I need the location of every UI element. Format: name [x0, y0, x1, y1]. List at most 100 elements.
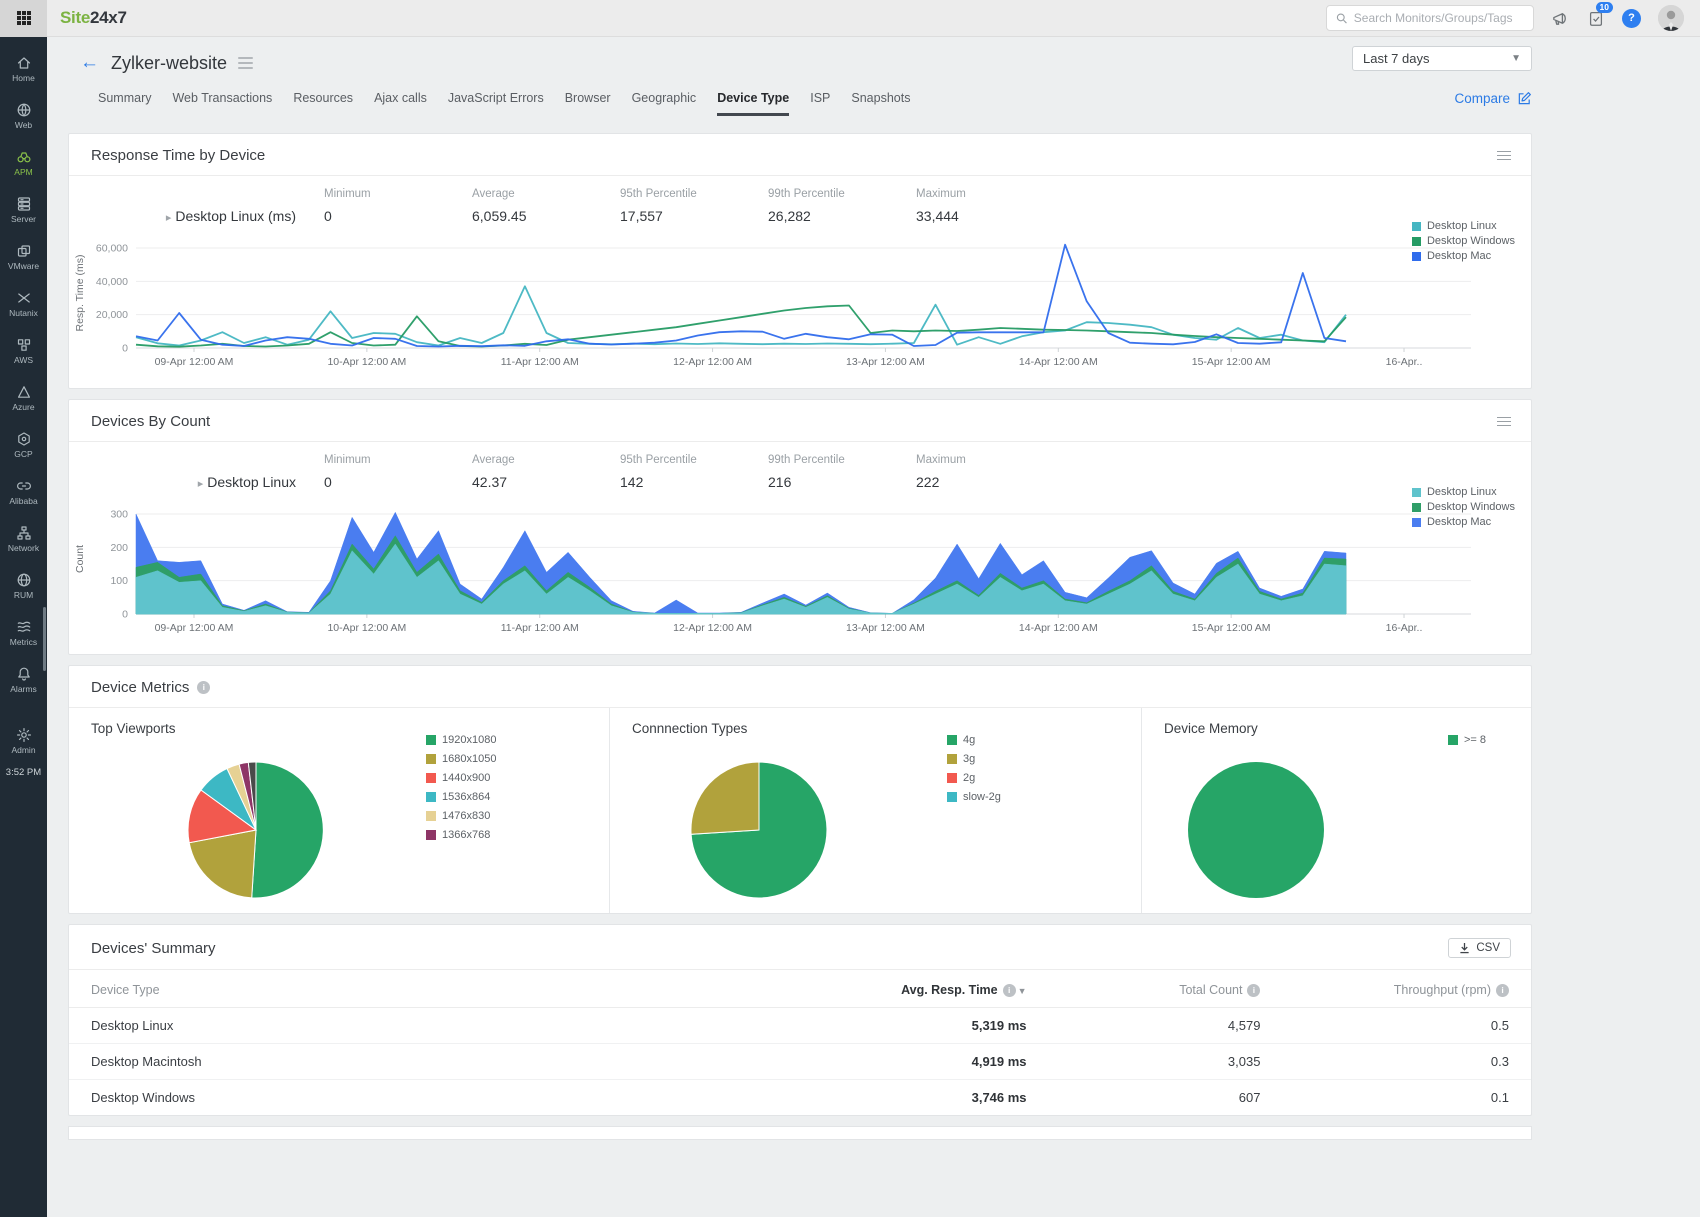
legend-item[interactable]: Desktop Windows [1411, 235, 1515, 247]
connection-types-section: Connnection Types 4g 3g 2g slow-2g [610, 708, 1142, 913]
sidebar-item-network[interactable]: Network [0, 515, 47, 562]
sidebar-item-aws[interactable]: AWS [0, 327, 47, 374]
stats-series-label[interactable]: ▸ Desktop Linux [69, 454, 324, 490]
col-avg-resp-time[interactable]: Avg. Resp. Time i ▼ [800, 972, 1049, 1008]
legend-item[interactable]: 1280x800 [426, 848, 496, 849]
table-row[interactable]: Desktop Linux 5,319 ms 4,579 0.5 [69, 1007, 1531, 1044]
col-throughput[interactable]: Throughput (rpm) i [1282, 972, 1531, 1008]
stat-average: Average 42.37 [472, 454, 515, 490]
legend-swatch [426, 773, 436, 783]
sidebar-item-rum[interactable]: RUM [0, 562, 47, 609]
sidebar-item-metrics[interactable]: Metrics [0, 609, 47, 656]
sidebar-item-vmware[interactable]: VMware [0, 233, 47, 280]
connection-types-title: Connnection Types [632, 721, 748, 736]
legend-item[interactable]: Desktop Windows [1411, 501, 1515, 513]
legend-swatch [426, 792, 436, 802]
cell-throughput: 0.3 [1282, 1043, 1531, 1080]
announcements-button[interactable] [1551, 9, 1570, 28]
site24x7-logo[interactable]: Site24x7 [60, 8, 127, 28]
sort-desc-icon[interactable]: ▼ [1018, 986, 1027, 996]
back-button[interactable]: ← [80, 52, 99, 74]
panel-menu-icon[interactable] [1497, 150, 1511, 161]
help-button[interactable]: ? [1622, 8, 1641, 28]
legend-item[interactable]: Desktop Linux [1411, 486, 1515, 498]
svg-text:12-Apr 12:00 AM: 12-Apr 12:00 AM [673, 356, 752, 368]
time-range-select[interactable]: Last 7 days ▼ [1352, 46, 1532, 71]
sidebar-item-home[interactable]: Home [0, 45, 47, 92]
tab-browser[interactable]: Browser [565, 91, 611, 116]
admin-icon [16, 727, 31, 742]
device-metrics-panel: Device Metrics i Top Viewports 1920x1080 1… [68, 665, 1532, 914]
tab-web-transactions[interactable]: Web Transactions [172, 91, 272, 116]
tab-summary[interactable]: Summary [98, 91, 151, 116]
sidebar-item-azure[interactable]: Azure [0, 374, 47, 421]
table-row[interactable]: Desktop Macintosh 4,919 ms 3,035 0.3 [69, 1043, 1531, 1080]
sidebar-item-alibaba[interactable]: Alibaba [0, 468, 47, 515]
expand-chevron-icon[interactable]: ▸ [198, 478, 204, 490]
tab-snapshots[interactable]: Snapshots [851, 91, 910, 116]
legend-item[interactable]: 4g [947, 734, 1001, 746]
apm-icon [16, 151, 30, 162]
info-icon[interactable]: i [1002, 984, 1016, 997]
legend-swatch [1411, 487, 1421, 497]
svg-text:20,000: 20,000 [96, 309, 128, 321]
tab-javascript-errors[interactable]: JavaScript Errors [448, 91, 544, 116]
search-input[interactable] [1353, 11, 1524, 25]
svg-text:200: 200 [110, 542, 128, 554]
tab-device-type[interactable]: Device Type [717, 91, 790, 116]
csv-export-button[interactable]: CSV [1448, 938, 1511, 958]
user-menu-button[interactable] [1658, 5, 1684, 31]
info-icon[interactable]: i [197, 681, 211, 694]
info-icon[interactable]: i [1496, 984, 1509, 997]
legend-item[interactable]: >= 8 [1448, 734, 1486, 746]
legend-item[interactable]: slow-2g [947, 791, 1001, 803]
stat-95th-percentile: 95th Percentile 17,557 [620, 188, 697, 224]
page-header: ← Zylker-website Last 7 days ▼ [68, 46, 1532, 78]
app-grid-button[interactable] [0, 0, 47, 37]
legend-item[interactable]: 1366x768 [426, 829, 496, 841]
top-viewports-title: Top Viewports [91, 721, 176, 736]
legend-item[interactable]: 1440x900 [426, 772, 496, 784]
sidebar: Home Web APM Server VMware Nutanix AWS Azure GCP… [0, 37, 47, 1217]
sidebar-item-web[interactable]: Web [0, 92, 47, 139]
sidebar-item-admin[interactable]: Admin [0, 717, 47, 764]
sidebar-item-apm[interactable]: APM [0, 139, 47, 186]
legend-item[interactable]: 1476x830 [426, 810, 496, 822]
expand-chevron-icon[interactable]: ▸ [166, 212, 172, 224]
legend-item[interactable]: 3g [947, 753, 1001, 765]
legend-swatch [1411, 502, 1421, 512]
col-total-count[interactable]: Total Count i [1048, 972, 1283, 1008]
col-device-type[interactable]: Device Type [69, 972, 801, 1008]
tab-ajax-calls[interactable]: Ajax calls [374, 91, 427, 116]
tab-resources[interactable]: Resources [293, 91, 353, 116]
legend-item[interactable]: 1920x1080 [426, 734, 496, 746]
sidebar-item-label: Server [10, 213, 37, 224]
legend-swatch [1411, 517, 1421, 527]
sidebar-item-alarms[interactable]: Alarms [0, 656, 47, 703]
devices-count-legend: Desktop Linux Desktop Windows Desktop Mac [1411, 486, 1515, 528]
sidebar-item-nutanix[interactable]: Nutanix [0, 280, 47, 327]
legend-item[interactable]: 1680x1050 [426, 753, 496, 765]
tasks-button[interactable]: 10 [1587, 1, 1613, 28]
sidebar-item-server[interactable]: Server [0, 186, 47, 233]
legend-item[interactable]: Desktop Linux [1411, 220, 1515, 232]
panel-menu-icon[interactable] [1497, 416, 1511, 427]
sidebar-item-gcp[interactable]: GCP [0, 421, 47, 468]
svg-text:11-Apr 12:00 AM: 11-Apr 12:00 AM [501, 622, 579, 634]
legend-item[interactable]: 1536x864 [426, 791, 496, 803]
devices-count-stats: ▸ Desktop Linux Minimum 0 Average 42.37 95th P… [69, 442, 1531, 496]
compare-link[interactable]: Compare [1454, 91, 1532, 106]
network-icon [16, 525, 31, 540]
stats-series-label[interactable]: ▸ Desktop Linux (ms) [69, 188, 324, 224]
table-row[interactable]: Desktop Windows 3,746 ms 607 0.1 [69, 1080, 1531, 1116]
tab-geographic[interactable]: Geographic [632, 91, 697, 116]
stat-99th-percentile: 99th Percentile 26,282 [768, 188, 845, 224]
sidebar-scrollbar[interactable] [43, 607, 46, 671]
global-search[interactable] [1326, 5, 1534, 31]
tab-isp[interactable]: ISP [810, 91, 830, 116]
legend-item[interactable]: Desktop Mac [1411, 516, 1515, 528]
monitor-list-toggle[interactable] [238, 57, 254, 69]
legend-item[interactable]: 2g [947, 772, 1001, 784]
info-icon[interactable]: i [1247, 984, 1261, 997]
legend-item[interactable]: Desktop Mac [1411, 250, 1515, 262]
